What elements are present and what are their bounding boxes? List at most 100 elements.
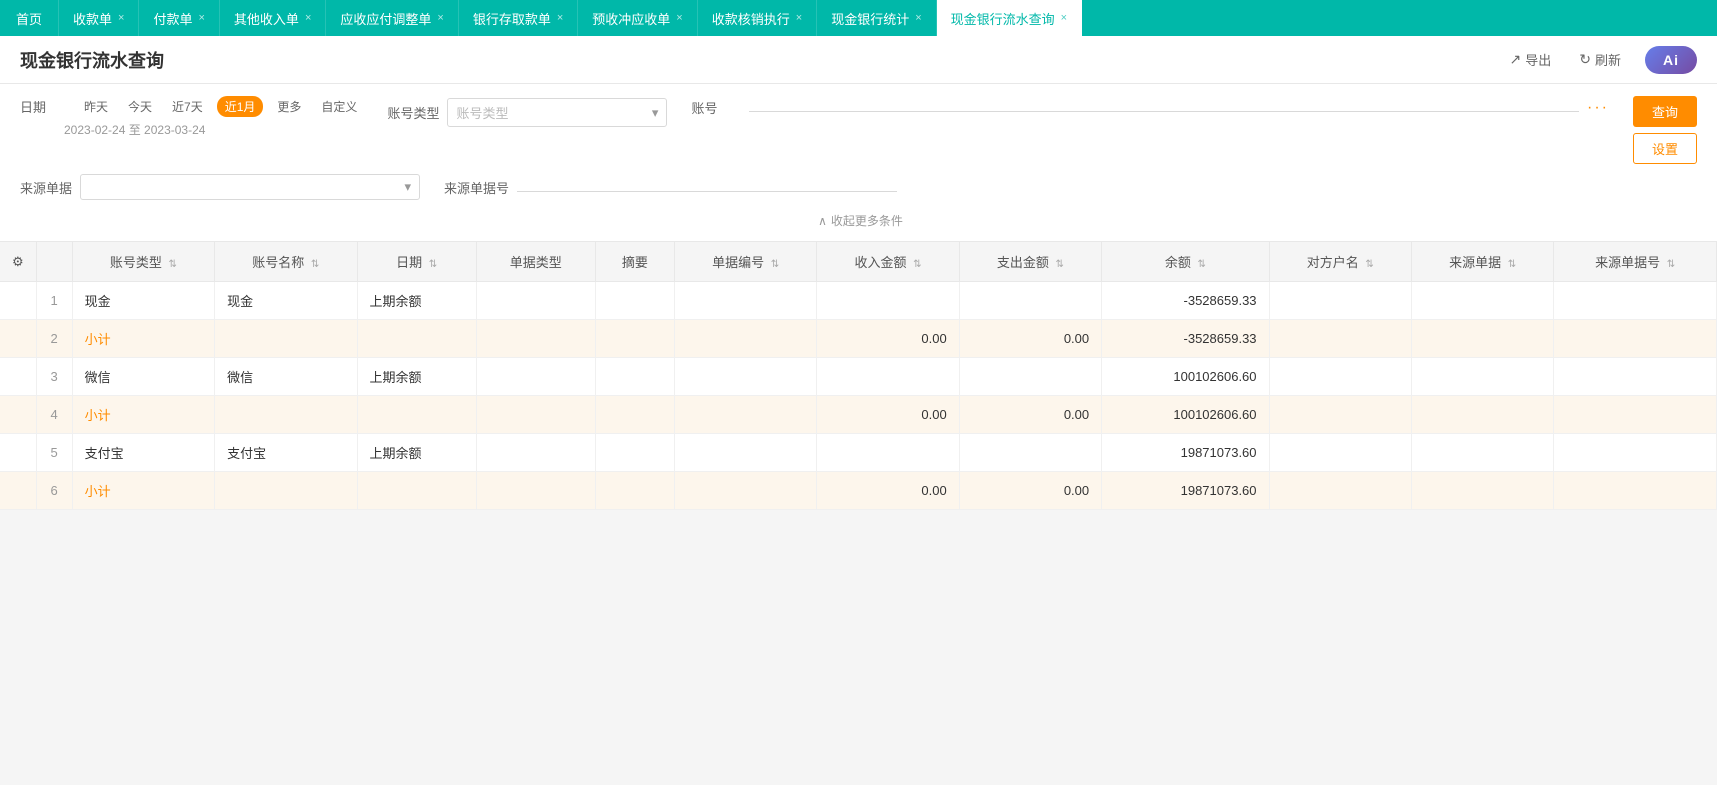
data-table-container: ⚙ 账号类型 ⇅ 账号名称 ⇅ 日期 ⇅ 单据类型 摘要 单据编号 ⇅ 收入金额… (0, 242, 1717, 510)
td-doc-type (476, 396, 595, 434)
close-icon[interactable]: × (915, 12, 921, 24)
th-counterpart[interactable]: 对方户名 ⇅ (1269, 242, 1411, 282)
export-button[interactable]: ↗ 导出 (1502, 46, 1560, 73)
td-income (817, 434, 959, 472)
ai-badge[interactable]: Ai (1645, 46, 1697, 74)
td-balance: -3528659.33 (1102, 282, 1269, 320)
td-date: 上期余额 (357, 358, 476, 396)
nav-home[interactable]: 首页 (0, 0, 59, 36)
td-summary (595, 320, 674, 358)
close-icon[interactable]: × (198, 12, 204, 24)
td-summary (595, 396, 674, 434)
td-source-doc (1411, 282, 1553, 320)
td-source-doc (1411, 434, 1553, 472)
close-icon[interactable]: × (676, 12, 682, 24)
close-icon[interactable]: × (1061, 12, 1067, 24)
source-doc-no-label: 来源单据号 (444, 178, 509, 197)
td-income: 0.00 (817, 320, 959, 358)
td-gear (0, 358, 36, 396)
td-doc-type (476, 434, 595, 472)
top-navigation: 首页 收款单 × 付款单 × 其他收入单 × 应收应付调整单 × 银行存取款单 … (0, 0, 1717, 36)
close-icon[interactable]: × (118, 12, 124, 24)
th-account-name[interactable]: 账号名称 ⇅ (215, 242, 357, 282)
td-index: 5 (36, 434, 72, 472)
data-table: ⚙ 账号类型 ⇅ 账号名称 ⇅ 日期 ⇅ 单据类型 摘要 单据编号 ⇅ 收入金额… (0, 242, 1717, 510)
nav-tab-8[interactable]: 现金银行流水查询 × (937, 0, 1082, 36)
td-account-type: 小计 (72, 396, 214, 434)
td-account-name: 微信 (215, 358, 357, 396)
nav-tab-4[interactable]: 银行存取款单 × (459, 0, 578, 36)
table-row: 4小计0.000.00100102606.60 (0, 396, 1717, 434)
date-btn-1month[interactable]: 近1月 (217, 96, 264, 117)
td-doc-type (476, 358, 595, 396)
th-settings[interactable]: ⚙ (0, 242, 36, 282)
source-doc-select[interactable]: ▾ (80, 174, 420, 200)
date-btn-today[interactable]: 今天 (122, 96, 158, 117)
account-type-select[interactable]: 账号类型 ▾ (447, 98, 667, 127)
td-income: 0.00 (817, 472, 959, 510)
td-account-type: 微信 (72, 358, 214, 396)
export-icon: ↗ (1510, 51, 1522, 68)
table-row: 6小计0.000.0019871073.60 (0, 472, 1717, 510)
account-type-label: 账号类型 (387, 103, 439, 122)
td-date (357, 472, 476, 510)
settings-button[interactable]: 设置 (1633, 133, 1697, 164)
date-btn-custom[interactable]: 自定义 (315, 96, 363, 117)
td-counterpart (1269, 396, 1411, 434)
th-summary[interactable]: 摘要 (595, 242, 674, 282)
chevron-up-icon: ∧ (818, 214, 827, 228)
th-doc-no[interactable]: 单据编号 ⇅ (674, 242, 816, 282)
nav-tab-1[interactable]: 付款单 × (139, 0, 219, 36)
td-source-doc (1411, 472, 1553, 510)
close-icon[interactable]: × (437, 12, 443, 24)
td-index: 2 (36, 320, 72, 358)
td-balance: 19871073.60 (1102, 434, 1269, 472)
td-date (357, 320, 476, 358)
th-source-doc-no[interactable]: 来源单据号 ⇅ (1554, 242, 1717, 282)
date-btn-more[interactable]: 更多 (271, 96, 307, 117)
td-doc-type (476, 282, 595, 320)
nav-tab-7[interactable]: 现金银行统计 × (817, 0, 936, 36)
td-doc-no (674, 472, 816, 510)
td-summary (595, 358, 674, 396)
th-date[interactable]: 日期 ⇅ (357, 242, 476, 282)
nav-tab-0[interactable]: 收款单 × (59, 0, 139, 36)
th-doc-type[interactable]: 单据类型 (476, 242, 595, 282)
td-account-type: 小计 (72, 472, 214, 510)
table-row: 1现金现金上期余额-3528659.33 (0, 282, 1717, 320)
td-expense: 0.00 (959, 396, 1101, 434)
table-row: 3微信微信上期余额100102606.60 (0, 358, 1717, 396)
th-account-type[interactable]: 账号类型 ⇅ (72, 242, 214, 282)
td-index: 1 (36, 282, 72, 320)
query-button[interactable]: 查询 (1633, 96, 1697, 127)
nav-tab-6[interactable]: 收款核销执行 × (698, 0, 817, 36)
td-summary (595, 472, 674, 510)
td-counterpart (1269, 358, 1411, 396)
nav-tab-2[interactable]: 其他收入单 × (220, 0, 326, 36)
th-expense[interactable]: 支出金额 ⇅ (959, 242, 1101, 282)
th-balance[interactable]: 余额 ⇅ (1102, 242, 1269, 282)
th-income[interactable]: 收入金额 ⇅ (817, 242, 959, 282)
td-counterpart (1269, 472, 1411, 510)
collapse-bar[interactable]: ∧ 收起更多条件 (20, 208, 1697, 229)
close-icon[interactable]: × (557, 12, 563, 24)
td-source-doc (1411, 358, 1553, 396)
td-summary (595, 434, 674, 472)
nav-tab-5[interactable]: 预收冲应收单 × (578, 0, 697, 36)
dropdown-icon: ▾ (652, 105, 659, 121)
td-expense: 0.00 (959, 472, 1101, 510)
td-account-name: 现金 (215, 282, 357, 320)
date-btn-yesterday[interactable]: 昨天 (78, 96, 114, 117)
table-row: 5支付宝支付宝上期余额19871073.60 (0, 434, 1717, 472)
date-btn-7days[interactable]: 近7天 (166, 96, 209, 117)
td-account-name (215, 472, 357, 510)
more-dots-button[interactable]: ··· (1587, 99, 1609, 117)
nav-tab-3[interactable]: 应收应付调整单 × (326, 0, 458, 36)
th-source-doc[interactable]: 来源单据 ⇅ (1411, 242, 1553, 282)
td-gear (0, 396, 36, 434)
td-expense: 0.00 (959, 320, 1101, 358)
close-icon[interactable]: × (305, 12, 311, 24)
close-icon[interactable]: × (796, 12, 802, 24)
refresh-button[interactable]: ↻ 刷新 (1571, 46, 1629, 73)
td-gear (0, 434, 36, 472)
